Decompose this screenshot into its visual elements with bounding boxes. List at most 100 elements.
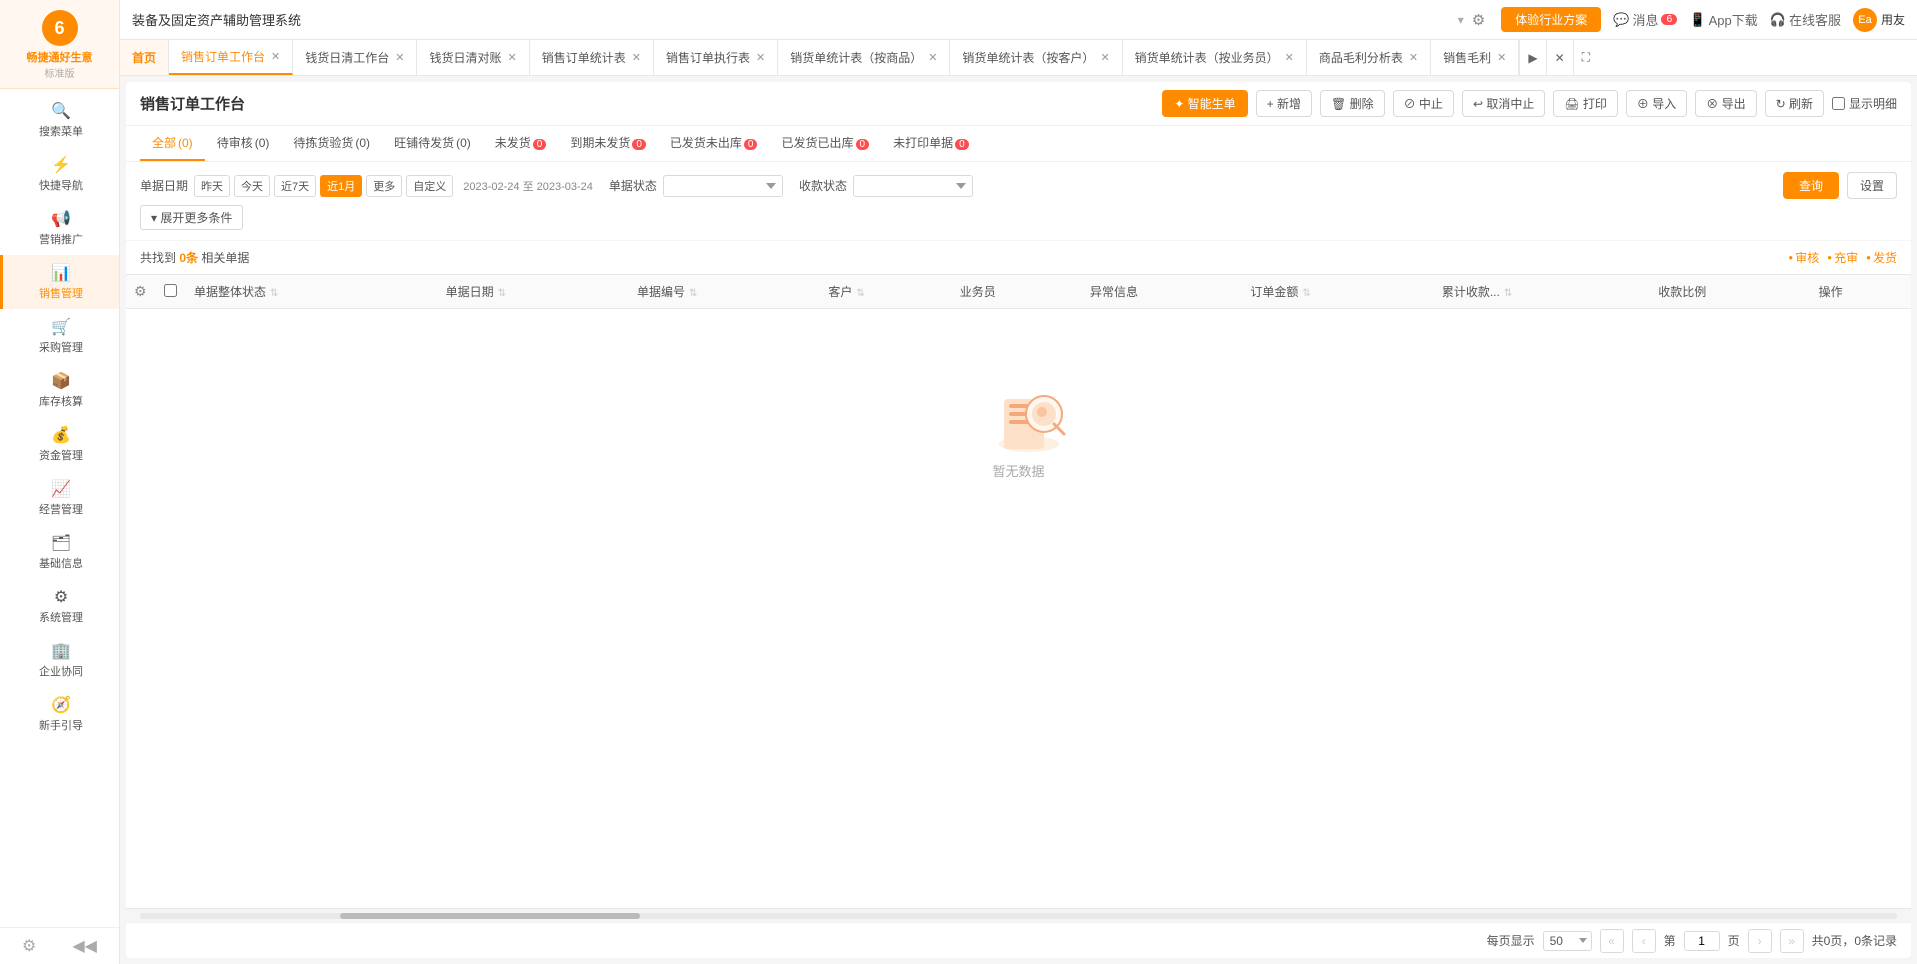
sidebar-item-inventory[interactable]: 📦库存核算 <box>0 363 119 417</box>
th-number[interactable]: 单据编号⇅ <box>629 275 820 309</box>
sidebar-item-corp[interactable]: 🏢企业协同 <box>0 633 119 687</box>
show-detail-checkbox[interactable] <box>1832 97 1845 110</box>
subtab-pending-review[interactable]: 待审核(0) <box>205 126 282 161</box>
collapse-icon[interactable]: ◀◀ <box>72 936 97 956</box>
page-titlebar: 销售订单工作台 ✦ 智能生单 + 新增 🗑 删除 ⊘ 中止 ↩ 取消中止 🖨 打… <box>126 82 1911 126</box>
refresh-btn[interactable]: ↻ 刷新 <box>1765 90 1824 117</box>
sidebar-item-system[interactable]: ⚙系统管理 <box>0 579 119 633</box>
sidebar-item-search[interactable]: 🔍搜索菜单 <box>0 93 119 147</box>
select-all-checkbox[interactable] <box>164 284 177 297</box>
th-salesperson[interactable]: 业务员 <box>952 275 1082 309</box>
scrollbar-track[interactable] <box>140 913 1897 919</box>
column-settings-icon[interactable]: ⚙ <box>134 283 147 299</box>
tab-close-icon[interactable]: ✕ <box>1100 51 1109 64</box>
quick-review-btn[interactable]: 审核 <box>1788 249 1819 266</box>
tab-sales-stat-product[interactable]: 销货单统计表（按商品）✕ <box>778 40 950 75</box>
subtab-overdue-not-delivered[interactable]: 到期未发货0 <box>558 126 658 161</box>
th-amount[interactable]: 订单金额⇅ <box>1242 275 1433 309</box>
payment-select[interactable] <box>853 175 973 197</box>
setting-btn[interactable]: 设置 <box>1847 172 1897 199</box>
horizontal-scrollbar[interactable] <box>126 908 1911 922</box>
first-page-btn[interactable]: « <box>1600 929 1624 953</box>
smart-create-btn[interactable]: ✦ 智能生单 <box>1162 90 1247 117</box>
subtab-pending-inspect[interactable]: 待拣货验货(0) <box>281 126 382 161</box>
sidebar-item-shortcuts[interactable]: ⚡快捷导航 <box>0 147 119 201</box>
sidebar-item-purchase[interactable]: 🛒采购管理 <box>0 309 119 363</box>
tab-close-icon[interactable]: ✕ <box>632 51 641 64</box>
tab-cash-reconcile[interactable]: 钱货日清对账 ✕ <box>417 40 529 75</box>
tab-sales-order-stat[interactable]: 销售订单统计表 ✕ <box>530 40 654 75</box>
tab-sales-order-desk[interactable]: 销售订单工作台 ✕ <box>169 40 293 75</box>
sidebar-item-marketing[interactable]: 📢营销推广 <box>0 201 119 255</box>
industry-btn[interactable]: 体验行业方案 <box>1501 7 1601 32</box>
delete-btn[interactable]: 🗑 删除 <box>1320 90 1385 117</box>
sidebar-label-inventory: 库存核算 <box>39 393 83 409</box>
subtab-delivered-out[interactable]: 已发货已出库0 <box>769 126 881 161</box>
message-area[interactable]: 💬 消息 6 <box>1613 10 1677 29</box>
tab-close-icon[interactable]: ✕ <box>756 51 765 64</box>
subtab-not-delivered[interactable]: 未发货0 <box>483 126 559 161</box>
date-today[interactable]: 今天 <box>234 175 270 197</box>
tab-sales-stat-customer[interactable]: 销货单统计表（按客户）✕ <box>950 40 1122 75</box>
scrollbar-thumb[interactable] <box>340 913 640 919</box>
next-page-btn[interactable]: › <box>1748 929 1772 953</box>
tab-close-icon[interactable]: ✕ <box>395 51 404 64</box>
page-input[interactable] <box>1684 931 1720 951</box>
tab-more-btn[interactable]: ▶ <box>1519 40 1545 75</box>
sidebar-item-guide[interactable]: 🧭新手引导 <box>0 687 119 741</box>
tab-cash-daily[interactable]: 钱货日清工作台 ✕ <box>293 40 417 75</box>
date-more[interactable]: 更多 <box>366 175 402 197</box>
expand-conditions-btn[interactable]: ▾ 展开更多条件 <box>140 205 243 230</box>
sidebar-item-base[interactable]: 🗂基础信息 <box>0 525 119 579</box>
tab-sales-more[interactable]: 销售毛利 ✕ <box>1431 40 1519 75</box>
per-page-select[interactable]: 10 20 50 100 <box>1543 931 1592 951</box>
prev-page-btn[interactable]: ‹ <box>1632 929 1656 953</box>
tab-close-icon[interactable]: ✕ <box>1409 51 1418 64</box>
show-detail-label[interactable]: 显示明细 <box>1832 95 1897 112</box>
tab-gross-analysis[interactable]: 商品毛利分析表 ✕ <box>1307 40 1431 75</box>
last-page-btn[interactable]: » <box>1780 929 1804 953</box>
add-btn[interactable]: + 新增 <box>1256 90 1312 117</box>
th-received[interactable]: 累计收款...⇅ <box>1434 275 1650 309</box>
th-date[interactable]: 单据日期⇅ <box>438 275 629 309</box>
topbar-settings-icon[interactable]: ⚙ <box>1472 11 1485 29</box>
stop-btn[interactable]: ⊘ 中止 <box>1393 90 1454 117</box>
query-btn[interactable]: 查询 <box>1783 172 1839 199</box>
date-custom[interactable]: 自定义 <box>406 175 453 197</box>
tab-close-icon[interactable]: ✕ <box>1497 51 1506 64</box>
page-label2: 页 <box>1728 932 1740 949</box>
tab-home[interactable]: 首页 <box>120 40 169 75</box>
tab-close-icon[interactable]: ✕ <box>1285 51 1294 64</box>
subtab-all[interactable]: 全部(0) <box>140 126 205 161</box>
export-btn[interactable]: ⊗ 导出 <box>1695 90 1756 117</box>
tab-close-all-btn[interactable]: ✕ <box>1546 40 1573 75</box>
online-service-area[interactable]: 🎧 在线客服 <box>1770 10 1841 29</box>
quick-deliver-btn[interactable]: 发货 <box>1866 249 1897 266</box>
th-customer[interactable]: 客户⇅ <box>820 275 951 309</box>
tab-sales-order-exec[interactable]: 销售订单执行表 ✕ <box>654 40 778 75</box>
subtab-delivered-not-out[interactable]: 已发货未出库0 <box>658 126 770 161</box>
quick-unreview-btn[interactable]: 充审 <box>1827 249 1858 266</box>
user-area[interactable]: Ea 用友 <box>1853 8 1905 32</box>
tab-maximize-btn[interactable]: ⛶ <box>1573 40 1598 75</box>
tab-close-icon[interactable]: ✕ <box>508 51 517 64</box>
settings-bottom-icon[interactable]: ⚙ <box>22 936 36 956</box>
tab-close-icon[interactable]: ✕ <box>271 50 280 63</box>
status-select[interactable] <box>663 175 783 197</box>
tab-close-icon[interactable]: ✕ <box>928 51 937 64</box>
topbar-dropdown-icon[interactable]: ▾ <box>1458 13 1464 27</box>
sidebar-item-operation[interactable]: 📈经营管理 <box>0 471 119 525</box>
sidebar-item-finance[interactable]: 💰资金管理 <box>0 417 119 471</box>
date-7days[interactable]: 近7天 <box>274 175 316 197</box>
app-download-area[interactable]: 📱 App下载 <box>1689 10 1757 29</box>
import-btn[interactable]: ⊕ 导入 <box>1626 90 1687 117</box>
tab-sales-stat-staff[interactable]: 销货单统计表（按业务员）✕ <box>1123 40 1307 75</box>
sidebar-item-sales[interactable]: 📊销售管理 <box>0 255 119 309</box>
cancel-stop-btn[interactable]: ↩ 取消中止 <box>1462 90 1545 117</box>
subtab-not-printed[interactable]: 未打印单据0 <box>881 126 981 161</box>
subtab-wangpu-deliver[interactable]: 旺铺待发货(0) <box>382 126 483 161</box>
print-btn[interactable]: 🖨 打印 <box>1553 90 1618 117</box>
online-service-label: 在线客服 <box>1789 10 1841 29</box>
date-1month[interactable]: 近1月 <box>320 175 362 197</box>
date-yesterday[interactable]: 昨天 <box>194 175 230 197</box>
